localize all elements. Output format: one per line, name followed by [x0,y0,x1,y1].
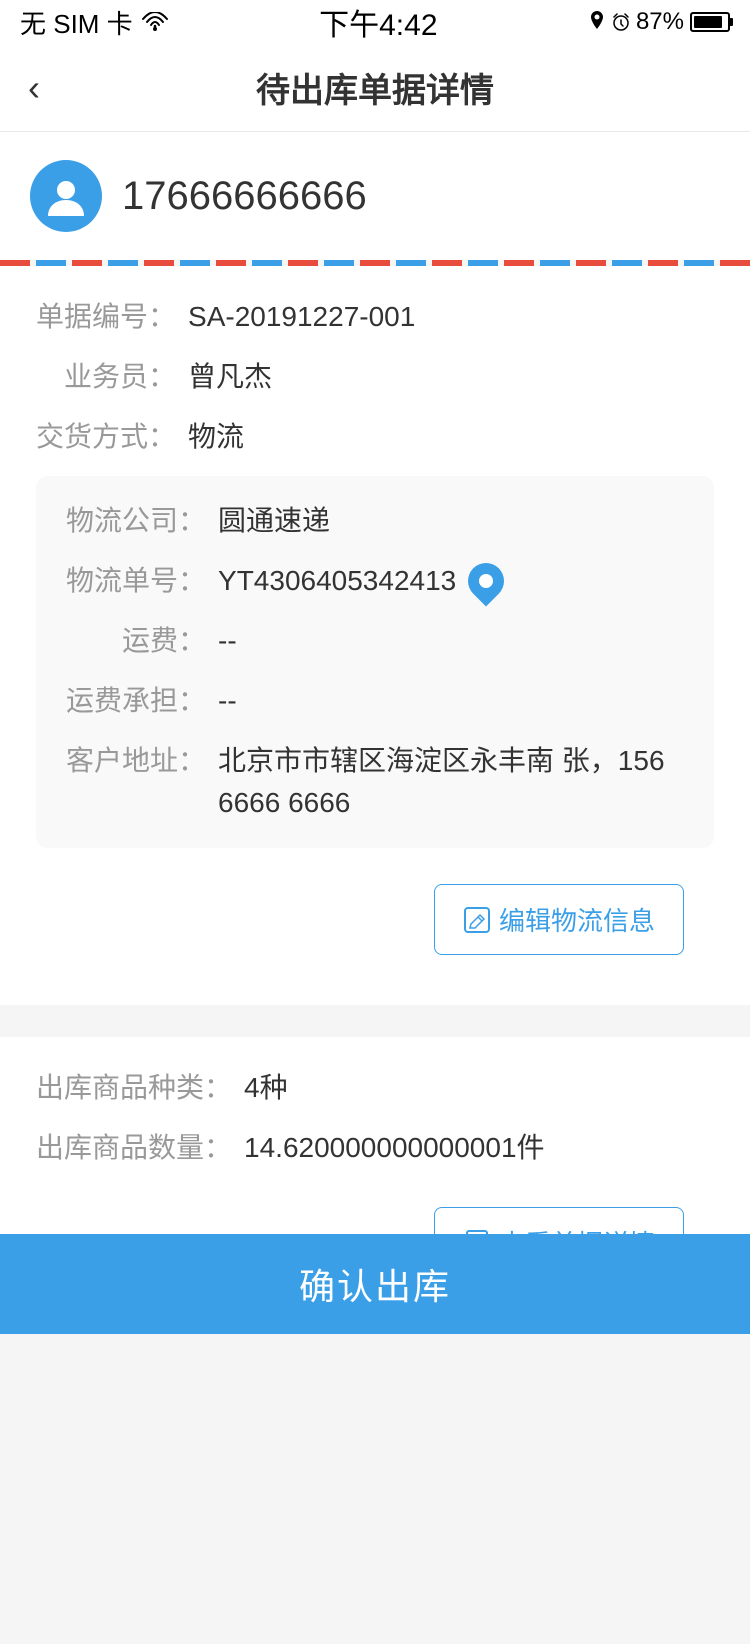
edit-logistics-label: 编辑物流信息 [499,901,655,938]
customer-address-label: 客户地址： [66,740,206,782]
sales-person-label: 业务员： [36,356,176,398]
user-card: 17666666666 [0,132,750,260]
section-gap-1 [0,1021,750,1037]
delivery-method-row: 交货方式： 物流 [36,416,714,458]
edit-logistics-button[interactable]: 编辑物流信息 [434,884,684,955]
delivery-method-value: 物流 [188,416,714,458]
tracking-location-icon[interactable] [461,556,512,607]
confirm-outbound-button[interactable]: 确认出库 [0,1234,750,1334]
document-no-value: SA-20191227-001 [188,296,714,338]
nav-bar: ‹ 待出库单据详情 [0,44,750,132]
customer-address-value: 北京市市辖区海淀区永丰南 张，156 6666 6666 [218,740,684,824]
battery-percent: 87% [636,8,684,36]
document-no-label: 单据编号： [36,296,176,338]
product-types-value: 4种 [244,1067,714,1109]
sales-person-value: 曾凡杰 [188,356,714,398]
logistics-company-value: 圆通速递 [218,500,684,542]
logistics-company-label: 物流公司： [66,500,206,542]
location-status-icon [588,11,606,33]
edit-icon [463,906,491,934]
alarm-icon [612,13,630,31]
status-right: 87% [588,8,730,36]
product-types-label: 出库商品种类： [36,1067,232,1109]
order-info-section: 单据编号： SA-20191227-001 业务员： 曾凡杰 交货方式： 物流 … [0,266,750,1005]
product-types-row: 出库商品种类： 4种 [36,1067,714,1109]
user-avatar [30,160,102,232]
tracking-no-row: 物流单号： YT4306405342413 [66,560,684,602]
freight-bearer-label: 运费承担： [66,680,206,722]
bottom-spacer [0,1544,750,1644]
status-bar: 无 SIM 卡 下午4:42 87% [0,0,750,44]
tracking-no-label: 物流单号： [66,560,206,602]
user-phone: 17666666666 [122,174,367,219]
page-title: 待出库单据详情 [256,63,494,112]
wifi-icon [141,12,169,32]
sales-person-row: 业务员： 曾凡杰 [36,356,714,398]
freight-label: 运费： [66,620,206,662]
freight-bearer-row: 运费承担： -- [66,680,684,722]
freight-value: -- [218,620,684,662]
status-left: 无 SIM 卡 [20,4,169,41]
empty-area [0,1344,750,1544]
confirm-outbound-label: 确认出库 [299,1258,451,1310]
freight-row: 运费： -- [66,620,684,662]
logistics-card: 物流公司： 圆通速递 物流单号： YT4306405342413 运费： -- … [36,476,714,848]
product-quantity-row: 出库商品数量： 14.620000000000001件 [36,1127,714,1169]
customer-address-row: 客户地址： 北京市市辖区海淀区永丰南 张，156 6666 6666 [66,740,684,824]
tracking-no-value: YT4306405342413 [218,560,684,602]
logistics-company-row: 物流公司： 圆通速递 [66,500,684,542]
battery-icon [690,12,730,32]
carrier-text: 无 SIM 卡 [20,4,133,41]
freight-bearer-value: -- [218,680,684,722]
back-button[interactable]: ‹ [28,67,40,109]
product-quantity-label: 出库商品数量： [36,1127,232,1169]
delivery-method-label: 交货方式： [36,416,176,458]
document-no-row: 单据编号： SA-20191227-001 [36,296,714,338]
product-quantity-value: 14.620000000000001件 [244,1127,714,1169]
status-time: 下午4:42 [319,0,437,44]
edit-logistics-area: 编辑物流信息 [36,864,714,975]
